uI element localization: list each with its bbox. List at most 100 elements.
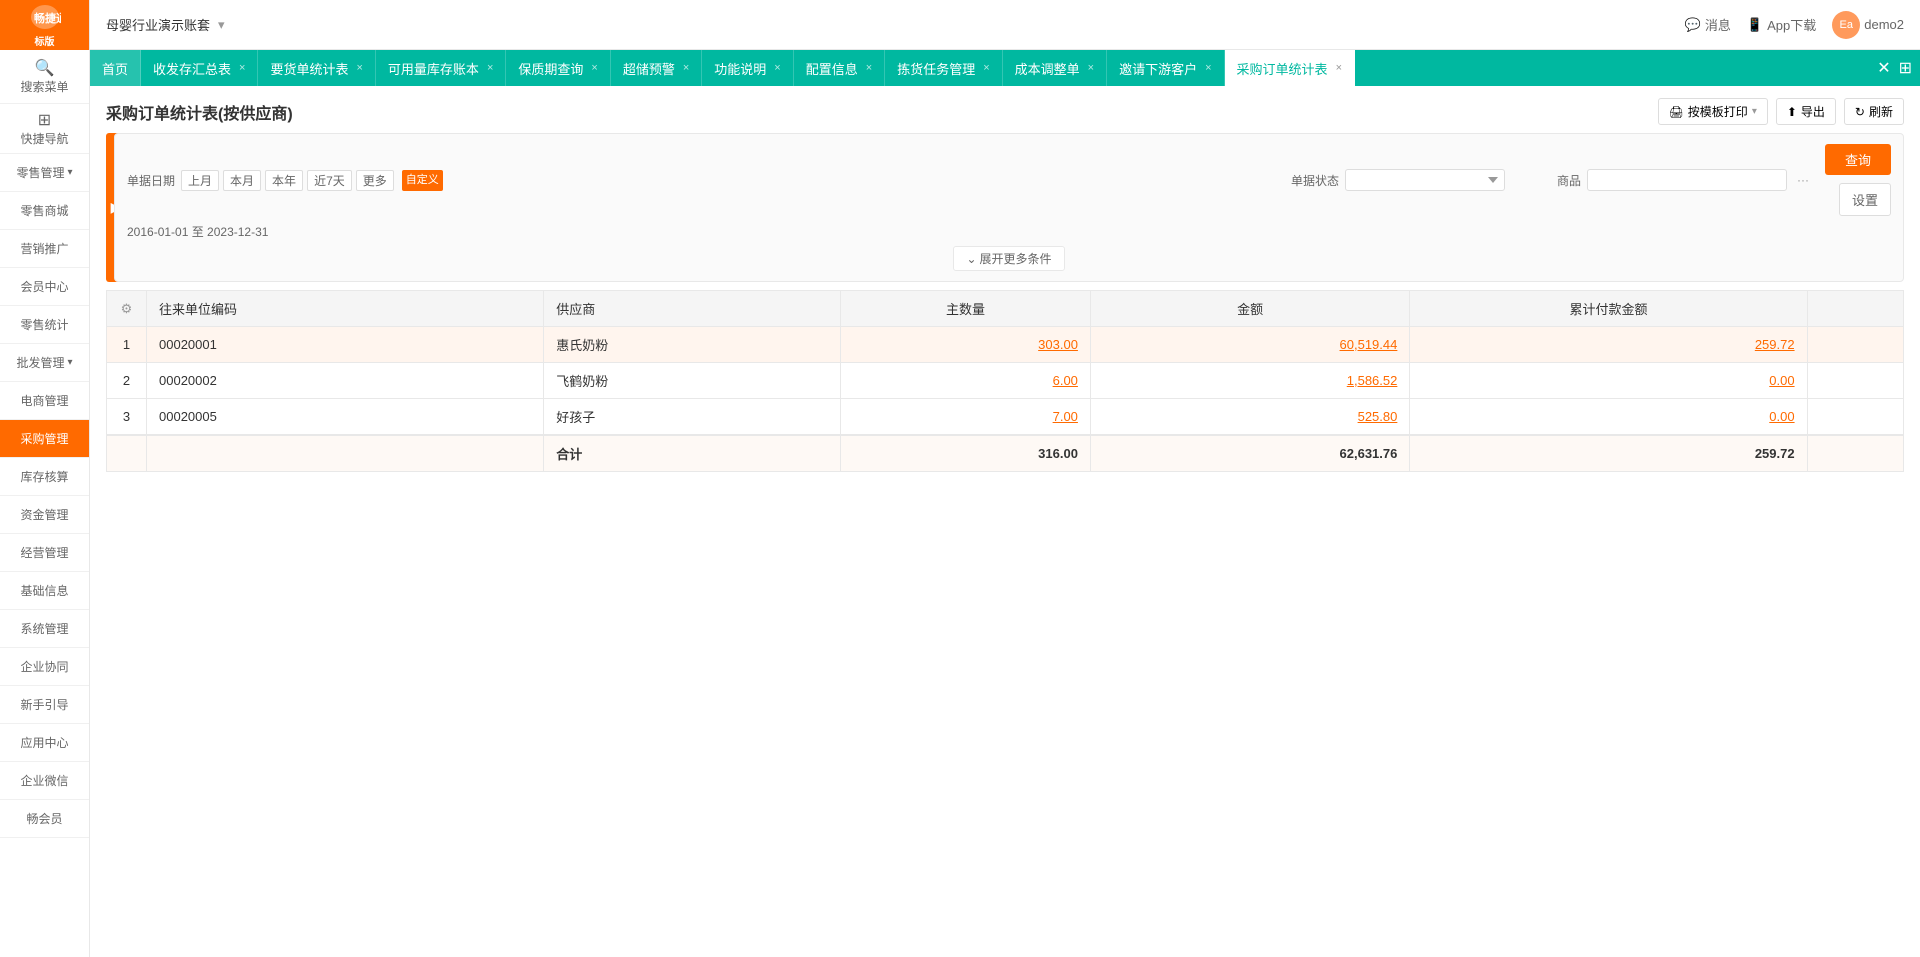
sidebar-retail-mall-label: 零售商城 bbox=[0, 202, 89, 219]
row-1-amount[interactable]: 60,519.44 bbox=[1090, 327, 1409, 363]
row-2-paid[interactable]: 0.00 bbox=[1410, 363, 1807, 399]
print-button[interactable]: 🖨 按模板打印 ▾ bbox=[1658, 98, 1768, 125]
tab-goods-summary-label: 要货单统计表 bbox=[270, 59, 348, 78]
row-1-paid[interactable]: 259.72 bbox=[1410, 327, 1807, 363]
sidebar-member-label: 会员中心 bbox=[0, 278, 89, 295]
product-input[interactable] bbox=[1587, 169, 1787, 191]
sidebar-item-enterprise-wechat[interactable]: 企业微信 bbox=[0, 762, 89, 800]
table-row: 1 00020001 惠氏奶粉 303.00 60,519.44 259.72 bbox=[107, 327, 1904, 363]
sidebar-item-purchase[interactable]: 采购管理 bbox=[0, 420, 89, 458]
sidebar-item-member[interactable]: 会员中心 bbox=[0, 268, 89, 306]
tab-purchase-summary[interactable]: 采购订单统计表 × bbox=[1225, 50, 1355, 86]
sidebar-item-wholesale[interactable]: 批发管理 ▾ bbox=[0, 344, 89, 382]
shortcut-this-month[interactable]: 本月 bbox=[223, 170, 261, 191]
settings-button[interactable]: 设置 bbox=[1839, 183, 1891, 216]
shortcut-7-days[interactable]: 近7天 bbox=[307, 170, 352, 191]
row-3-qty[interactable]: 7.00 bbox=[841, 399, 1091, 436]
expand-more-button[interactable]: ⌄ 展开更多条件 bbox=[953, 246, 1064, 271]
tab-inventory-book[interactable]: 可用量库存账本 × bbox=[376, 50, 506, 86]
refresh-button[interactable]: ↻ 刷新 bbox=[1844, 98, 1904, 125]
row-3-amount[interactable]: 525.80 bbox=[1090, 399, 1409, 436]
footer-empty2 bbox=[147, 435, 544, 472]
close-icon[interactable]: × bbox=[591, 62, 597, 74]
sidebar-item-search[interactable]: 🔍 搜索菜单 bbox=[0, 50, 89, 104]
close-icon[interactable]: × bbox=[1205, 62, 1211, 74]
nav-controls: ✕ ⊞ bbox=[1877, 58, 1920, 78]
sidebar-retail-stats-label: 零售统计 bbox=[0, 316, 89, 333]
sidebar-item-enterprise-collab[interactable]: 企业协同 bbox=[0, 648, 89, 686]
page-content: 采购订单统计表(按供应商) 🖨 按模板打印 ▾ ⬆ 导出 ↻ 刷新 ▶ bbox=[90, 86, 1920, 957]
tab-expiry-query-label: 保质期查询 bbox=[518, 59, 583, 78]
tab-pick-task-label: 拣货任务管理 bbox=[897, 59, 975, 78]
row-2-index: 2 bbox=[107, 363, 147, 399]
message-button[interactable]: 💬 消息 bbox=[1685, 15, 1731, 34]
close-icon[interactable]: × bbox=[983, 62, 989, 74]
sidebar-enterprise-wechat-label: 企业微信 bbox=[0, 772, 89, 789]
tab-collect-pay[interactable]: 收发存汇总表 × bbox=[141, 50, 258, 86]
row-1-extra bbox=[1807, 327, 1903, 363]
close-icon[interactable]: × bbox=[239, 62, 245, 74]
chevron-down-icon2: ▾ bbox=[67, 357, 72, 368]
tab-maximize-button[interactable]: ⊞ bbox=[1899, 58, 1912, 78]
sidebar-item-operations[interactable]: 经营管理 bbox=[0, 534, 89, 572]
shortcut-more[interactable]: 更多 bbox=[356, 170, 394, 191]
sidebar-wholesale-label: 批发管理 bbox=[16, 354, 64, 371]
topbar-dropdown-icon[interactable]: ▾ bbox=[218, 17, 225, 33]
date-filter-label: 单据日期 bbox=[127, 172, 175, 189]
shortcut-this-year[interactable]: 本年 bbox=[265, 170, 303, 191]
tab-home[interactable]: 首页 bbox=[90, 50, 141, 86]
sidebar-item-retail-stats[interactable]: 零售统计 bbox=[0, 306, 89, 344]
row-3-paid[interactable]: 0.00 bbox=[1410, 399, 1807, 436]
table-settings-icon[interactable]: ⚙ bbox=[121, 301, 133, 316]
row-2-amount[interactable]: 1,586.52 bbox=[1090, 363, 1409, 399]
close-icon[interactable]: × bbox=[866, 62, 872, 74]
shortcut-last-month[interactable]: 上月 bbox=[181, 170, 219, 191]
tab-close-button[interactable]: ✕ bbox=[1877, 58, 1890, 78]
sidebar-item-new-guide[interactable]: 新手引导 bbox=[0, 686, 89, 724]
sidebar-item-retail-mall[interactable]: 零售商城 bbox=[0, 192, 89, 230]
product-more-icon[interactable]: ··· bbox=[1797, 173, 1809, 187]
tab-overstock-warn[interactable]: 超储预警 × bbox=[611, 50, 702, 86]
tab-cost-adjust[interactable]: 成本调整单 × bbox=[1003, 50, 1107, 86]
row-3-index: 3 bbox=[107, 399, 147, 436]
close-icon[interactable]: × bbox=[356, 62, 362, 74]
tab-func-desc[interactable]: 功能说明 × bbox=[702, 50, 793, 86]
query-button[interactable]: 查询 bbox=[1825, 144, 1891, 175]
tab-pick-task[interactable]: 拣货任务管理 × bbox=[885, 50, 1002, 86]
sidebar-item-vip[interactable]: 畅会员 bbox=[0, 800, 89, 838]
row-2-qty[interactable]: 6.00 bbox=[841, 363, 1091, 399]
sidebar-item-system[interactable]: 系统管理 bbox=[0, 610, 89, 648]
sidebar-ecommerce-label: 电商管理 bbox=[0, 392, 89, 409]
sidebar-item-retail[interactable]: 零售管理 ▾ bbox=[0, 154, 89, 192]
username: demo2 bbox=[1864, 17, 1904, 32]
row-3-code: 00020005 bbox=[147, 399, 544, 436]
tab-goods-summary[interactable]: 要货单统计表 × bbox=[258, 50, 375, 86]
export-label: 导出 bbox=[1801, 103, 1825, 120]
tab-config-info[interactable]: 配置信息 × bbox=[794, 50, 885, 86]
tab-expiry-query[interactable]: 保质期查询 × bbox=[506, 50, 610, 86]
print-dropdown-icon: ▾ bbox=[1752, 106, 1757, 117]
close-icon-active[interactable]: × bbox=[1336, 62, 1342, 74]
close-icon[interactable]: × bbox=[774, 62, 780, 74]
sidebar-item-finance[interactable]: 资金管理 bbox=[0, 496, 89, 534]
row-1-qty[interactable]: 303.00 bbox=[841, 327, 1091, 363]
user-info[interactable]: Ea demo2 bbox=[1832, 11, 1904, 39]
sidebar-item-marketing[interactable]: 营销推广 bbox=[0, 230, 89, 268]
filter-date-item: 单据日期 上月 本月 本年 近7天 更多 自定义 bbox=[127, 170, 443, 191]
tab-invite-downstream[interactable]: 邀请下游客户 × bbox=[1107, 50, 1224, 86]
footer-row: 合计 316.00 62,631.76 259.72 bbox=[107, 435, 1904, 472]
sidebar-item-app-center[interactable]: 应用中心 bbox=[0, 724, 89, 762]
sidebar-item-inventory[interactable]: 库存核算 bbox=[0, 458, 89, 496]
sidebar-basic-info-label: 基础信息 bbox=[0, 582, 89, 599]
sidebar-item-basic-info[interactable]: 基础信息 bbox=[0, 572, 89, 610]
col-paid-header: 累计付款金额 bbox=[1410, 291, 1807, 327]
sidebar-item-quick-nav[interactable]: ⊞ 快捷导航 bbox=[0, 104, 89, 154]
export-button[interactable]: ⬆ 导出 bbox=[1776, 98, 1836, 125]
status-select[interactable] bbox=[1345, 169, 1505, 191]
product-filter-label: 商品 bbox=[1557, 172, 1581, 189]
close-icon[interactable]: × bbox=[487, 62, 493, 74]
close-icon[interactable]: × bbox=[1088, 62, 1094, 74]
close-icon[interactable]: × bbox=[683, 62, 689, 74]
sidebar-item-ecommerce[interactable]: 电商管理 bbox=[0, 382, 89, 420]
app-download-button[interactable]: 📱 App下载 bbox=[1747, 15, 1816, 34]
